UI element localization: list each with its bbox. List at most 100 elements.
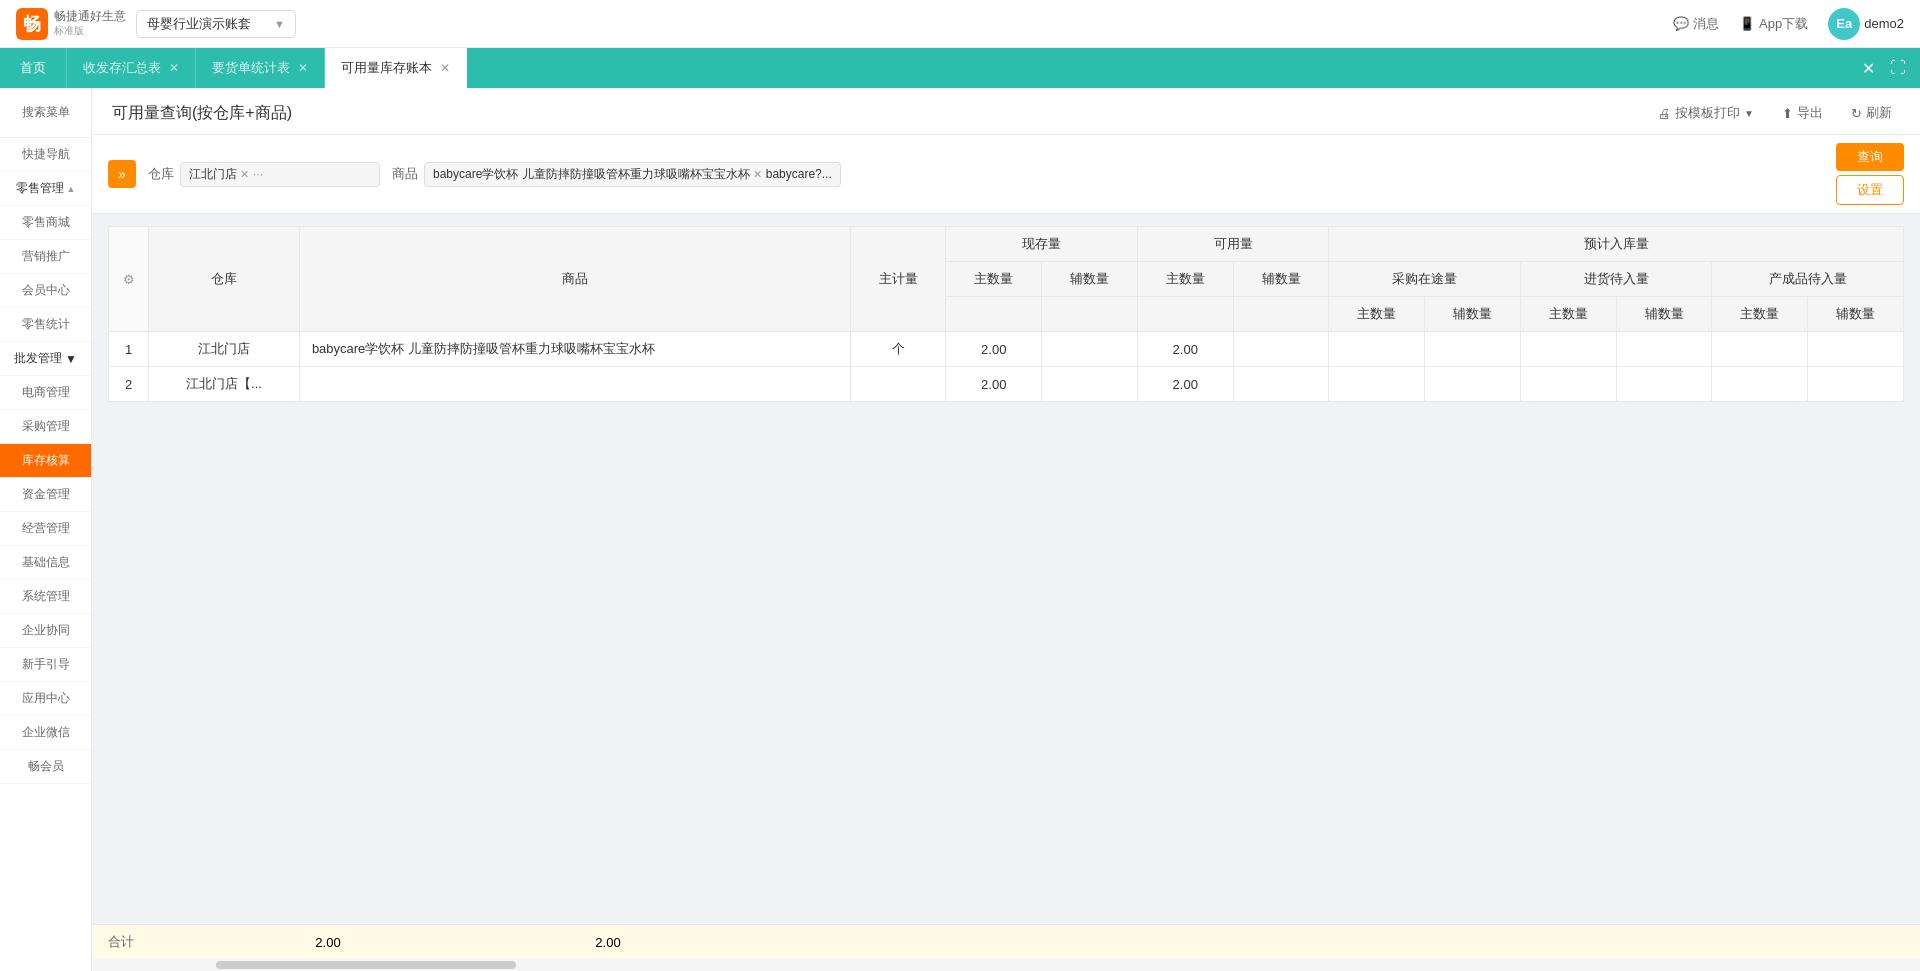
- row-seq: 1: [109, 332, 149, 367]
- print-btn[interactable]: 🖨 按模板打印 ▼: [1650, 100, 1762, 126]
- avatar-text: Ea: [1836, 16, 1852, 31]
- table-container[interactable]: ⚙ 仓库 商品 主计量 现存量 可用量 预计入库量 主数量 辅数量 主数量 辅数…: [92, 214, 1920, 924]
- row-stock-aux: [1042, 332, 1138, 367]
- query-btn[interactable]: 查询: [1836, 143, 1904, 171]
- row-production-main: [1712, 367, 1808, 402]
- sidebar-item-marketing[interactable]: 营销推广: [0, 240, 91, 274]
- message-action[interactable]: 💬 消息: [1673, 15, 1719, 33]
- tab-spacer: [467, 48, 1846, 88]
- sidebar-item-quicknav[interactable]: 快捷导航: [0, 138, 91, 172]
- warehouse-filter-group: 仓库 江北门店 ✕ ···: [148, 162, 380, 187]
- tab-home-label: 首页: [20, 59, 46, 77]
- row-seq: 2: [109, 367, 149, 402]
- table-row[interactable]: 2 江北门店【... 2.00 2.00: [109, 367, 1904, 402]
- table-row[interactable]: 1 江北门店 babycare学饮杯 儿童防摔防撞吸管杯重力球吸嘴杯宝宝水杯 个…: [109, 332, 1904, 367]
- filter-toggle-btn[interactable]: »: [108, 160, 136, 188]
- settings-icon[interactable]: ⚙: [123, 272, 135, 287]
- warehouse-tag: 江北门店 ✕: [189, 166, 249, 183]
- export-label: 导出: [1797, 104, 1823, 122]
- sidebar-item-retail-stats[interactable]: 零售统计: [0, 308, 91, 342]
- sidebar-item-operations[interactable]: 经营管理: [0, 512, 91, 546]
- export-icon: ⬆: [1782, 106, 1793, 121]
- refresh-icon: ↻: [1851, 106, 1862, 121]
- col-arrival-pending-header: 进货待入量: [1520, 262, 1712, 297]
- user-area[interactable]: Ea demo2: [1828, 8, 1904, 40]
- username: demo2: [1864, 16, 1904, 31]
- sidebar-wholesale-label: 批发管理: [14, 350, 62, 367]
- sidebar-search-btn[interactable]: 搜索菜单: [8, 98, 83, 127]
- sidebar-item-enterprise[interactable]: 企业协同: [0, 614, 91, 648]
- sidebar-item-member[interactable]: 会员中心: [0, 274, 91, 308]
- col-arrival-aux-header: 辅数量: [1616, 297, 1712, 332]
- col-unit-header: 主计量: [850, 227, 946, 332]
- product-tag-2: babycare?...: [766, 167, 832, 181]
- sidebar-item-inventory[interactable]: 库存核算: [0, 444, 91, 478]
- sidebar-item-weixin[interactable]: 企业微信: [0, 716, 91, 750]
- warehouse-tag-close[interactable]: ✕: [240, 168, 249, 181]
- warehouse-filter-more[interactable]: ···: [253, 167, 263, 181]
- refresh-btn[interactable]: ↻ 刷新: [1843, 100, 1900, 126]
- sidebar-item-wholesale[interactable]: 批发管理: [0, 342, 91, 376]
- filter-action-btns: 查询 设置: [1836, 143, 1904, 205]
- data-table: ⚙ 仓库 商品 主计量 现存量 可用量 预计入库量 主数量 辅数量 主数量 辅数…: [108, 226, 1904, 402]
- row-warehouse: 江北门店: [149, 332, 300, 367]
- product-filter-group: 商品 babycare学饮杯 儿童防摔防撞吸管杯重力球吸嘴杯宝宝水杯 ✕ bab…: [392, 162, 841, 187]
- product-filter-label: 商品: [392, 165, 418, 183]
- sidebar: 搜索菜单 快捷导航 零售管理 零售商城 营销推广 会员中心 零售统计 批发管理 …: [0, 88, 92, 971]
- print-label: 按模板打印: [1675, 104, 1740, 122]
- setting-btn[interactable]: 设置: [1836, 175, 1904, 205]
- tab-receive-send-close[interactable]: ✕: [169, 61, 179, 75]
- sidebar-item-retail[interactable]: 零售管理: [0, 172, 91, 206]
- col-stock-main2: [946, 297, 1042, 332]
- row-available-main: 2.00: [1137, 332, 1233, 367]
- col-production-aux-header: 辅数量: [1808, 297, 1904, 332]
- logo-text: 畅捷通好生意: [54, 9, 126, 25]
- app-logo-icon: 畅: [16, 8, 48, 40]
- message-label: 消息: [1693, 15, 1719, 33]
- scroll-thumb[interactable]: [216, 961, 516, 969]
- tab-order-stats-close[interactable]: ✕: [298, 61, 308, 75]
- col-avail-aux2: [1233, 297, 1329, 332]
- row-arrival-main: [1520, 367, 1616, 402]
- tab-close-btn[interactable]: ✕: [1856, 56, 1880, 80]
- app-download-action[interactable]: 📱 App下载: [1739, 15, 1808, 33]
- tab-home[interactable]: 首页: [0, 48, 67, 88]
- tab-available-stock[interactable]: 可用量库存账本 ✕: [325, 48, 467, 88]
- sidebar-item-vip[interactable]: 畅会员: [0, 750, 91, 784]
- industry-label: 母婴行业演示账套: [147, 15, 251, 33]
- tab-receive-send[interactable]: 收发存汇总表 ✕: [67, 48, 196, 88]
- warehouse-tag-text: 江北门店: [189, 166, 237, 183]
- tab-expand-btn[interactable]: ⛶: [1886, 56, 1910, 80]
- sidebar-item-purchase[interactable]: 采购管理: [0, 410, 91, 444]
- app-download-icon: 📱: [1739, 16, 1755, 31]
- page-header: 可用量查询(按仓库+商品) 🖨 按模板打印 ▼ ⬆ 导出 ↻ 刷新: [92, 88, 1920, 135]
- product-tag-1-close[interactable]: ✕: [753, 168, 762, 181]
- sidebar-item-retail-shop[interactable]: 零售商城: [0, 206, 91, 240]
- product-filter-tags[interactable]: babycare学饮杯 儿童防摔防撞吸管杯重力球吸嘴杯宝宝水杯 ✕ babyca…: [424, 162, 841, 187]
- sidebar-item-appcenter[interactable]: 应用中心: [0, 682, 91, 716]
- col-stock-main-header: 主数量: [946, 262, 1042, 297]
- logo-area: 畅 畅捷通好生意 标准版: [16, 8, 126, 40]
- sidebar-item-system[interactable]: 系统管理: [0, 580, 91, 614]
- col-avail-aux-header: 辅数量: [1233, 262, 1329, 297]
- avatar: Ea: [1828, 8, 1860, 40]
- industry-selector[interactable]: 母婴行业演示账套 ▼: [136, 10, 296, 38]
- sidebar-item-finance[interactable]: 资金管理: [0, 478, 91, 512]
- tab-order-stats[interactable]: 要货单统计表 ✕: [196, 48, 325, 88]
- content-area: 可用量查询(按仓库+商品) 🖨 按模板打印 ▼ ⬆ 导出 ↻ 刷新 »: [92, 88, 1920, 971]
- col-purchase-aux-header: 辅数量: [1425, 297, 1521, 332]
- logo-text-area: 畅捷通好生意 标准版: [54, 9, 126, 39]
- sidebar-item-newguide[interactable]: 新手引导: [0, 648, 91, 682]
- message-icon: 💬: [1673, 16, 1689, 31]
- col-incoming-header: 预计入库量: [1329, 227, 1904, 262]
- dropdown-icon: ▼: [274, 18, 285, 30]
- sidebar-item-ecommerce[interactable]: 电商管理: [0, 376, 91, 410]
- warehouse-filter-tags[interactable]: 江北门店 ✕ ···: [180, 162, 380, 187]
- header-actions: 🖨 按模板打印 ▼ ⬆ 导出 ↻ 刷新: [1650, 100, 1900, 126]
- row-stock-aux: [1042, 367, 1138, 402]
- tab-available-stock-close[interactable]: ✕: [440, 61, 450, 75]
- sidebar-item-basic[interactable]: 基础信息: [0, 546, 91, 580]
- scroll-bar-area[interactable]: [92, 959, 1920, 971]
- export-btn[interactable]: ⬆ 导出: [1774, 100, 1831, 126]
- col-settings-header[interactable]: ⚙: [109, 227, 149, 332]
